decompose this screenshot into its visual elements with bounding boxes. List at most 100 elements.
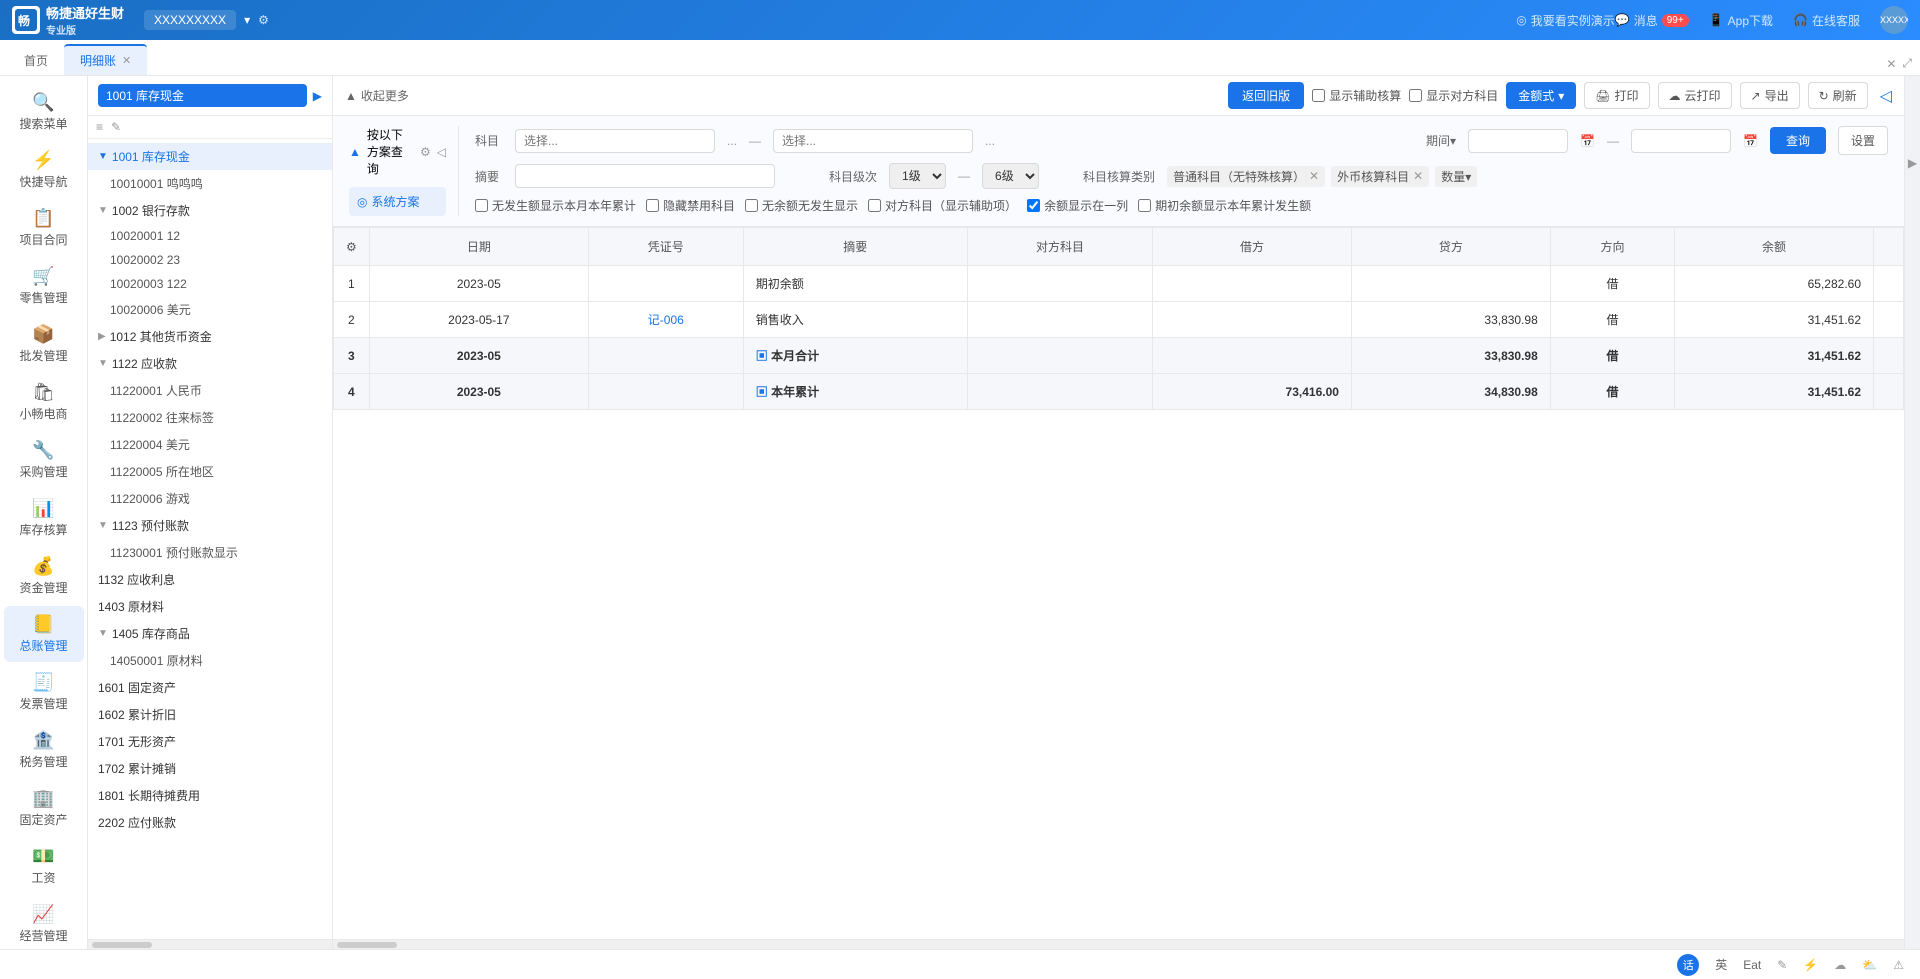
sidebar-item-project[interactable]: 📋 项目合同 [4, 200, 84, 256]
settings-gear-icon[interactable]: ⚙ [346, 240, 357, 254]
cb-no-balance[interactable]: 无余额无发生显示 [745, 197, 858, 214]
right-collapse-icon[interactable]: ▶ [1908, 156, 1917, 170]
account-item-10010001[interactable]: 10010001 鸣鸣鸣 [88, 170, 332, 197]
table-scrollbar-h[interactable] [333, 939, 1904, 949]
cloud-print-btn[interactable]: ☁ 云打印 [1658, 82, 1732, 109]
account-item-1001[interactable]: ▼ 1001 库存现金 [88, 143, 332, 170]
sidebar-item-retail[interactable]: 🛒 零售管理 [4, 258, 84, 314]
account-item-14050001[interactable]: 14050001 原材料 [88, 647, 332, 674]
period-calendar-from[interactable]: 📅 [1580, 134, 1595, 148]
account-item-1601[interactable]: 1601 固定资产 [88, 674, 332, 701]
account-item-11220001[interactable]: 11220001 人民币 [88, 377, 332, 404]
row2-voucher[interactable]: 记-006 [588, 302, 743, 338]
cb-opening-input[interactable] [1138, 199, 1151, 212]
company-name[interactable]: XXXXXXXXX [144, 10, 236, 30]
account-item-10020001[interactable]: 10020001 12 [88, 224, 332, 248]
account-edit-icon[interactable]: ✎ [111, 120, 121, 134]
account-item-1602[interactable]: 1602 累计折旧 [88, 701, 332, 728]
right-collapse-icon[interactable]: ◁ [1880, 86, 1892, 106]
settings-icon[interactable]: ⚙ [258, 13, 269, 27]
cb-no-amount[interactable]: 无发生额显示本月本年累计 [475, 197, 636, 214]
tag-normal-close[interactable]: ✕ [1309, 169, 1319, 183]
show-aux-checkbox-label[interactable]: 显示辅助核算 [1312, 87, 1401, 104]
right-collapse-panel[interactable]: ▶ [1904, 76, 1920, 949]
user-avatar[interactable]: XXXXXXXXX [1880, 6, 1908, 34]
system-schema-item[interactable]: ◎ 系统方案 [349, 187, 446, 216]
account-item-11220002[interactable]: 11220002 往来标签 [88, 404, 332, 431]
status-icon-chat[interactable]: 话 [1677, 954, 1699, 976]
account-item-10020002[interactable]: 10020002 23 [88, 248, 332, 272]
print-btn[interactable]: 🖨 打印 [1584, 82, 1649, 109]
status-edit-icon[interactable]: ✎ [1777, 958, 1787, 972]
level-to-select[interactable]: 6级 5级 [982, 163, 1039, 189]
account-nav-arrow[interactable]: ▶ [313, 89, 322, 103]
sidebar-item-payroll[interactable]: 💵 工资 [4, 838, 84, 894]
cb-no-balance-input[interactable] [745, 199, 758, 212]
settings-small-icon[interactable]: ⚙ [420, 145, 431, 159]
return-old-btn[interactable]: 返回旧版 [1228, 82, 1304, 109]
sidebar-item-purchase[interactable]: 🔧 采购管理 [4, 432, 84, 488]
account-item-1132[interactable]: 1132 应收利息 [88, 566, 332, 593]
amount-style-btn[interactable]: 金额式 ▾ [1506, 82, 1576, 109]
settings-button[interactable]: 设置 [1838, 126, 1888, 155]
tab-close-icon[interactable]: ✕ [122, 54, 131, 67]
export-btn[interactable]: ↗ 导出 [1740, 82, 1800, 109]
account-item-1403[interactable]: 1403 原材料 [88, 593, 332, 620]
account-item-2202[interactable]: 2202 应付账款 [88, 809, 332, 836]
account-list-icon[interactable]: ≡ [96, 120, 103, 134]
company-dropdown-icon[interactable]: ▾ [244, 13, 250, 27]
tab-home[interactable]: 首页 [8, 46, 64, 75]
sidebar-item-general-ledger[interactable]: 📒 总账管理 [4, 606, 84, 662]
summary-input[interactable] [515, 164, 775, 188]
cb-hide-disabled[interactable]: 隐藏禁用科目 [646, 197, 735, 214]
period-calendar-to[interactable]: 📅 [1743, 134, 1758, 148]
account-item-1405[interactable]: ▼ 1405 库存商品 [88, 620, 332, 647]
sidebar-item-tax[interactable]: 🏦 税务管理 [4, 722, 84, 778]
account-scrollbar[interactable] [88, 939, 332, 949]
period-from-input[interactable]: 2023-05 [1468, 129, 1568, 153]
tab-maximize-icon[interactable]: ⤢ [1902, 56, 1912, 71]
refresh-btn[interactable]: ↻ 刷新 [1808, 82, 1868, 109]
expand-more-btn[interactable]: ▲ 收起更多 [345, 87, 409, 104]
account-item-1701[interactable]: 1701 无形资产 [88, 728, 332, 755]
app-download-item[interactable]: 📱 App下载 [1709, 12, 1773, 29]
cb-contra-input[interactable] [868, 199, 881, 212]
cb-balance-col[interactable]: 余额显示在一列 [1027, 197, 1128, 214]
account-item-1012[interactable]: ▶ 1012 其他货币资金 [88, 323, 332, 350]
sidebar-item-inventory[interactable]: 📊 库存核算 [4, 490, 84, 546]
cb-no-amount-input[interactable] [475, 199, 488, 212]
account-item-1123[interactable]: ▼ 1123 预付账款 [88, 512, 332, 539]
subject-to-input[interactable] [773, 129, 973, 153]
message-item[interactable]: 💬 消息 99+ [1615, 12, 1689, 29]
demo-section[interactable]: ◎ 我要看实例演示 [1516, 12, 1615, 29]
tag-foreign-currency[interactable]: 外币核算科目 ✕ [1331, 166, 1429, 187]
period-to-input[interactable]: 2023-05 [1631, 129, 1731, 153]
show-contra-checkbox-label[interactable]: 显示对方科目 [1409, 87, 1498, 104]
cb-opening[interactable]: 期初余额显示本年累计发生额 [1138, 197, 1311, 214]
voucher-link[interactable]: 记-006 [648, 313, 684, 327]
account-item-11220004[interactable]: 11220004 美元 [88, 431, 332, 458]
sidebar-item-invoice[interactable]: 🧾 发票管理 [4, 664, 84, 720]
cb-hide-disabled-input[interactable] [646, 199, 659, 212]
sidebar-item-quick-nav[interactable]: ⚡ 快捷导航 [4, 142, 84, 198]
account-item-1002[interactable]: ▼ 1002 银行存款 [88, 197, 332, 224]
tab-ledger[interactable]: 明细账 ✕ [64, 44, 147, 75]
collapse-left-icon[interactable]: ◁ [437, 145, 446, 159]
status-cloud-icon[interactable]: ☁ [1834, 958, 1846, 972]
status-lang[interactable]: 英 [1715, 956, 1727, 973]
show-aux-checkbox[interactable] [1312, 89, 1325, 102]
level-from-select[interactable]: 1级 2级 [889, 163, 946, 189]
sidebar-item-wholesale[interactable]: 📦 批发管理 [4, 316, 84, 372]
online-service-item[interactable]: 🎧 在线客服 [1793, 12, 1860, 29]
demo-text[interactable]: 我要看实例演示 [1531, 12, 1615, 29]
status-lightning-icon[interactable]: ⚡ [1803, 958, 1818, 972]
account-item-10020006[interactable]: 10020006 美元 [88, 296, 332, 323]
sidebar-item-finance[interactable]: 💰 资金管理 [4, 548, 84, 604]
sidebar-item-ecommerce[interactable]: 🛍 小畅电商 [4, 374, 84, 430]
tag-normal-account[interactable]: 普通科目（无特殊核算） ✕ [1167, 166, 1325, 187]
account-item-11230001[interactable]: 11230001 预付账款显示 [88, 539, 332, 566]
account-item-1801[interactable]: 1801 长期待摊费用 [88, 782, 332, 809]
sidebar-item-search[interactable]: 🔍 搜索菜单 [4, 84, 84, 140]
status-eat[interactable]: Eat [1743, 958, 1761, 972]
tag-foreign-close[interactable]: ✕ [1413, 169, 1423, 183]
